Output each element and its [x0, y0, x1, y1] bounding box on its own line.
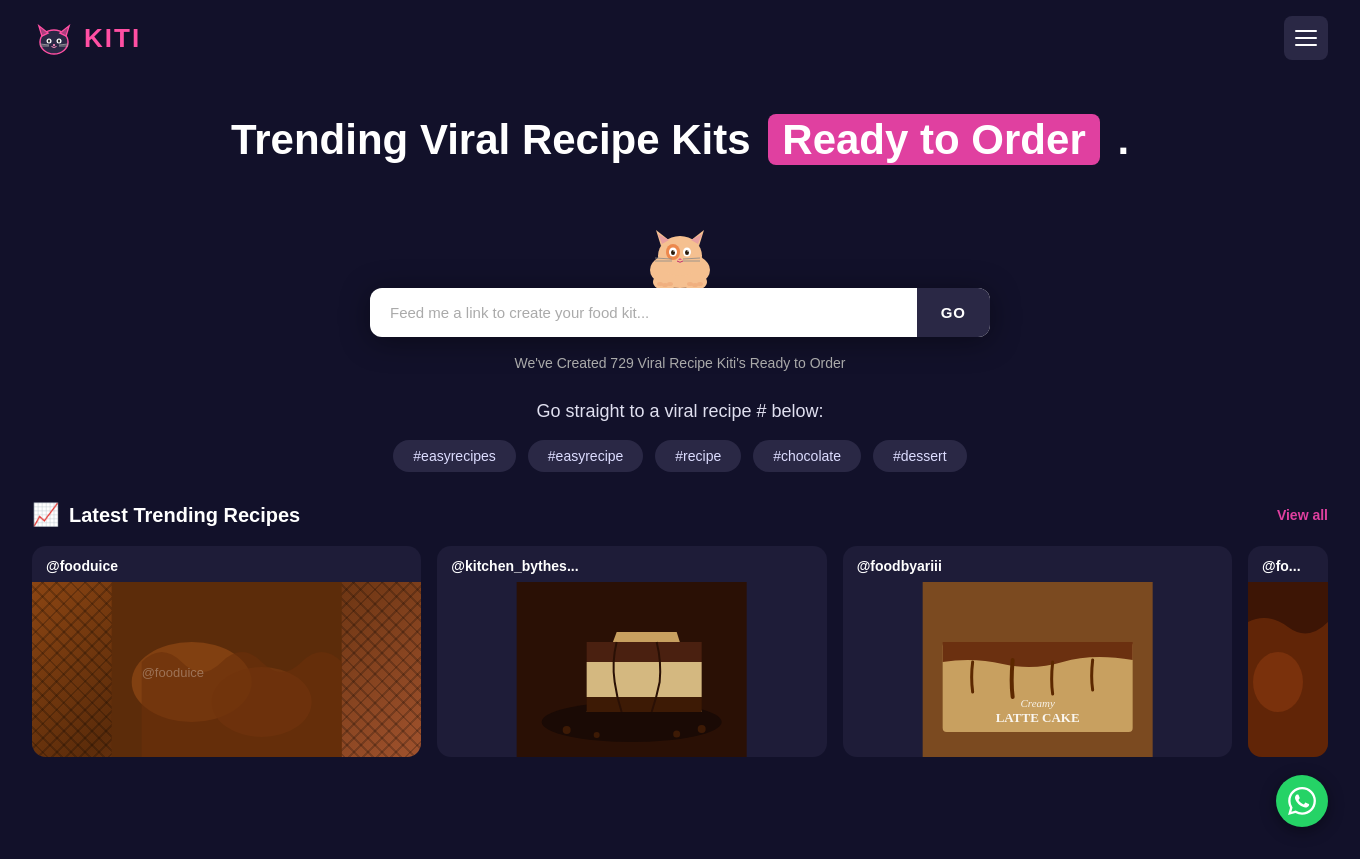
svg-text:LATTE CAKE: LATTE CAKE	[995, 710, 1079, 725]
hashtag-chocolate[interactable]: #chocolate	[753, 440, 861, 472]
svg-text:Creamy: Creamy	[1020, 697, 1055, 709]
stats-text: We've Created 729 Viral Recipe Kiti's Re…	[0, 355, 1360, 371]
card-image-1: @fooduice	[32, 582, 421, 757]
hero-title-start: Trending Viral Recipe Kits	[231, 116, 751, 163]
recipe-subtitle: Go straight to a viral recipe # below:	[0, 401, 1360, 422]
svg-point-50	[698, 725, 706, 733]
hashtag-recipe[interactable]: #recipe	[655, 440, 741, 472]
svg-point-36	[667, 282, 673, 286]
card-image-3: Creamy LATTE CAKE	[843, 582, 1232, 757]
recipe-card-3[interactable]: @foodbyariii Creamy LATTE CAKE	[843, 546, 1232, 757]
svg-point-25	[673, 250, 674, 251]
hero-title-end: .	[1117, 116, 1129, 163]
card-image-2	[437, 582, 826, 757]
logo-text: KITI	[84, 23, 141, 54]
hashtag-easyrecipe[interactable]: #easyrecipe	[528, 440, 644, 472]
svg-point-7	[48, 40, 50, 43]
svg-point-9	[53, 44, 55, 46]
hashtag-dessert[interactable]: #dessert	[873, 440, 967, 472]
card-username-1: @fooduice	[32, 546, 421, 582]
search-bar: GO	[370, 288, 990, 337]
svg-point-26	[687, 250, 688, 251]
menu-line-2	[1295, 37, 1317, 39]
card-username-2: @kitchen_bythes...	[437, 546, 826, 582]
trending-header: 📈 Latest Trending Recipes View all	[32, 502, 1328, 528]
card-image-4	[1248, 582, 1328, 757]
menu-line-1	[1295, 30, 1317, 32]
header: KITI	[0, 0, 1360, 76]
svg-point-39	[697, 282, 703, 286]
cat-mascot	[635, 208, 725, 288]
svg-point-47	[563, 726, 571, 734]
hashtag-row: #easyrecipes #easyrecipe #recipe #chocol…	[0, 440, 1360, 472]
logo-icon	[32, 16, 76, 60]
hashtag-easyrecipes[interactable]: #easyrecipes	[393, 440, 516, 472]
svg-point-56	[1253, 652, 1303, 712]
search-input[interactable]	[370, 288, 917, 337]
whatsapp-fab[interactable]	[1276, 775, 1328, 827]
menu-button[interactable]	[1284, 16, 1328, 60]
hero-section: Trending Viral Recipe Kits Ready to Orde…	[0, 76, 1360, 184]
trending-icon: 📈	[32, 502, 59, 528]
logo[interactable]: KITI	[32, 16, 141, 60]
view-all-link[interactable]: View all	[1277, 507, 1328, 523]
card-username-3: @foodbyariii	[843, 546, 1232, 582]
cards-row: @fooduice @fooduice @kitchen_bythes...	[32, 546, 1328, 757]
hero-title-highlight: Ready to Order	[768, 114, 1099, 165]
trending-section: 📈 Latest Trending Recipes View all @food…	[0, 472, 1360, 777]
recipe-section: Go straight to a viral recipe # below: #…	[0, 401, 1360, 472]
svg-point-49	[673, 731, 680, 738]
hero-title: Trending Viral Recipe Kits Ready to Orde…	[20, 116, 1340, 164]
go-button[interactable]: GO	[917, 288, 990, 337]
trending-header-left: 📈 Latest Trending Recipes	[32, 502, 300, 528]
menu-line-3	[1295, 44, 1317, 46]
recipe-card-4[interactable]: @fo...	[1248, 546, 1328, 757]
recipe-card-1[interactable]: @fooduice @fooduice	[32, 546, 421, 757]
trending-title: Latest Trending Recipes	[69, 504, 300, 527]
svg-text:@fooduice: @fooduice	[142, 665, 204, 680]
whatsapp-icon	[1288, 787, 1316, 815]
cat-mascot-svg	[635, 208, 725, 288]
recipe-card-2[interactable]: @kitchen_bythes...	[437, 546, 826, 757]
svg-point-8	[58, 40, 60, 43]
card-username-4: @fo...	[1248, 546, 1328, 582]
svg-point-48	[594, 732, 600, 738]
cat-mascot-area	[0, 208, 1360, 288]
search-container: GO	[0, 288, 1360, 337]
